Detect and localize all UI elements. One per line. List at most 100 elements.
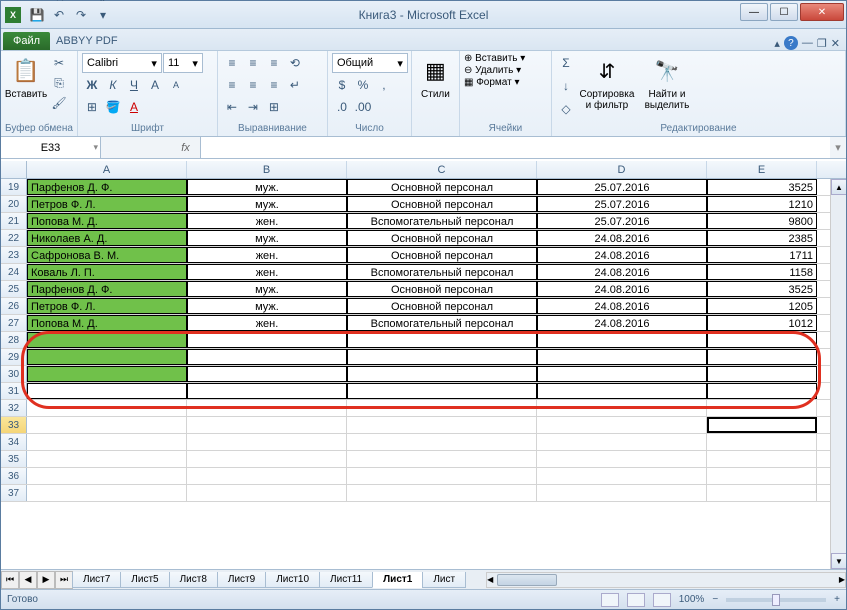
ribbon-minimize-icon[interactable]: ▴ <box>774 37 780 50</box>
cell[interactable]: Парфенов Д. Ф. <box>27 281 187 297</box>
cell[interactable]: 24.08.2016 <box>537 247 707 263</box>
format-painter-button[interactable]: 🖌 <box>49 93 69 113</box>
sheet-tab[interactable]: Лист9 <box>217 572 266 588</box>
row-header[interactable]: 27 <box>1 315 27 331</box>
align-middle-button[interactable]: ≡ <box>243 53 263 73</box>
cell[interactable] <box>707 349 817 365</box>
cell[interactable]: 25.07.2016 <box>537 179 707 195</box>
font-color-button[interactable]: A <box>124 97 144 117</box>
qat-customize-button[interactable]: ▾ <box>93 5 113 25</box>
cell[interactable] <box>537 332 707 348</box>
cell[interactable] <box>537 451 707 467</box>
find-select-button[interactable]: 🔭 Найти и выделить <box>638 53 696 117</box>
decrease-indent-button[interactable]: ⇤ <box>222 97 242 117</box>
wrap-text-button[interactable]: ↵ <box>285 75 305 95</box>
horizontal-scrollbar[interactable]: ◀ ▶ <box>486 572 846 588</box>
row-header[interactable]: 22 <box>1 230 27 246</box>
cell[interactable] <box>187 383 347 399</box>
maximize-button[interactable]: ☐ <box>770 3 798 21</box>
cell[interactable] <box>707 485 817 501</box>
decrease-decimal-button[interactable]: .00 <box>353 97 373 117</box>
row-header[interactable]: 32 <box>1 400 27 416</box>
cell[interactable]: Николаев А. Д. <box>27 230 187 246</box>
cell[interactable] <box>187 400 347 416</box>
cell[interactable]: муж. <box>187 281 347 297</box>
cut-button[interactable]: ✂ <box>49 53 69 73</box>
zoom-in-button[interactable]: + <box>834 594 840 605</box>
scroll-left-button[interactable]: ◀ <box>487 575 493 584</box>
cell[interactable] <box>537 366 707 382</box>
cell[interactable] <box>707 417 817 433</box>
cell-styles-button[interactable]: ▦ Стили <box>416 53 455 117</box>
cell[interactable]: Вспомогательный персонал <box>347 213 537 229</box>
cell[interactable]: Основной персонал <box>347 281 537 297</box>
cell[interactable] <box>187 468 347 484</box>
cell[interactable]: 24.08.2016 <box>537 298 707 314</box>
fx-icon[interactable]: fx <box>171 137 201 158</box>
clear-button[interactable]: ◇ <box>556 99 576 119</box>
sheet-tab[interactable]: Лист11 <box>319 572 373 588</box>
sheet-tab[interactable]: Лист <box>422 572 466 588</box>
increase-decimal-button[interactable]: .0 <box>332 97 352 117</box>
cell[interactable] <box>187 349 347 365</box>
row-header[interactable]: 31 <box>1 383 27 399</box>
file-tab[interactable]: Файл <box>3 32 50 50</box>
autosum-button[interactable]: Σ <box>556 53 576 73</box>
row-header[interactable]: 33 <box>1 417 27 433</box>
cell[interactable] <box>707 366 817 382</box>
row-header[interactable]: 20 <box>1 196 27 212</box>
font-size-dropdown[interactable]: 11▾ <box>163 53 203 73</box>
cell[interactable] <box>27 400 187 416</box>
cell[interactable]: Вспомогательный персонал <box>347 315 537 331</box>
cell[interactable]: 1012 <box>707 315 817 331</box>
cell[interactable] <box>347 383 537 399</box>
cell[interactable] <box>27 417 187 433</box>
cell[interactable]: Основной персонал <box>347 230 537 246</box>
cell[interactable]: Основной персонал <box>347 247 537 263</box>
workbook-restore-icon[interactable]: ❐ <box>817 37 827 50</box>
formula-expand-icon[interactable]: ▾ <box>830 137 846 158</box>
format-cells-button[interactable]: ▦ Формат ▾ <box>464 77 520 88</box>
normal-view-button[interactable] <box>601 593 619 607</box>
cell[interactable]: Парфенов Д. Ф. <box>27 179 187 195</box>
cell[interactable] <box>27 451 187 467</box>
cell[interactable]: жен. <box>187 315 347 331</box>
minimize-button[interactable]: — <box>740 3 768 21</box>
bold-button[interactable]: Ж <box>82 75 102 95</box>
cell[interactable] <box>27 434 187 450</box>
scroll-up-button[interactable]: ▲ <box>831 179 846 195</box>
cell[interactable] <box>347 366 537 382</box>
cell[interactable] <box>347 485 537 501</box>
cell[interactable] <box>707 383 817 399</box>
vertical-scrollbar[interactable]: ▲ ▼ <box>830 179 846 569</box>
row-header[interactable]: 29 <box>1 349 27 365</box>
row-header[interactable]: 36 <box>1 468 27 484</box>
zoom-slider[interactable] <box>726 598 826 602</box>
cell[interactable]: 1158 <box>707 264 817 280</box>
insert-cells-button[interactable]: ⊕ Вставить ▾ <box>464 53 525 64</box>
cell[interactable] <box>537 400 707 416</box>
cell[interactable] <box>187 451 347 467</box>
sheet-tab[interactable]: Лист1 <box>372 572 423 588</box>
grow-font-button[interactable]: A <box>145 75 165 95</box>
cell[interactable]: жен. <box>187 213 347 229</box>
cell[interactable] <box>187 434 347 450</box>
column-header-D[interactable]: D <box>537 161 707 178</box>
row-header[interactable]: 37 <box>1 485 27 501</box>
select-all-corner[interactable] <box>1 161 27 178</box>
row-header[interactable]: 24 <box>1 264 27 280</box>
row-header[interactable]: 30 <box>1 366 27 382</box>
italic-button[interactable]: К <box>103 75 123 95</box>
cell[interactable]: Сафронова В. М. <box>27 247 187 263</box>
cell[interactable] <box>187 417 347 433</box>
cell[interactable]: 24.08.2016 <box>537 230 707 246</box>
sheet-tab[interactable]: Лист7 <box>72 572 121 588</box>
cell[interactable] <box>707 400 817 416</box>
scroll-thumb[interactable] <box>497 574 557 586</box>
row-header[interactable]: 35 <box>1 451 27 467</box>
cell[interactable]: 2385 <box>707 230 817 246</box>
cell[interactable]: Петров Ф. Л. <box>27 196 187 212</box>
workbook-minimize-icon[interactable]: — <box>802 37 813 49</box>
cell[interactable] <box>707 468 817 484</box>
spreadsheet-grid[interactable]: ABCDE 19Парфенов Д. Ф.муж.Основной персо… <box>1 161 846 569</box>
